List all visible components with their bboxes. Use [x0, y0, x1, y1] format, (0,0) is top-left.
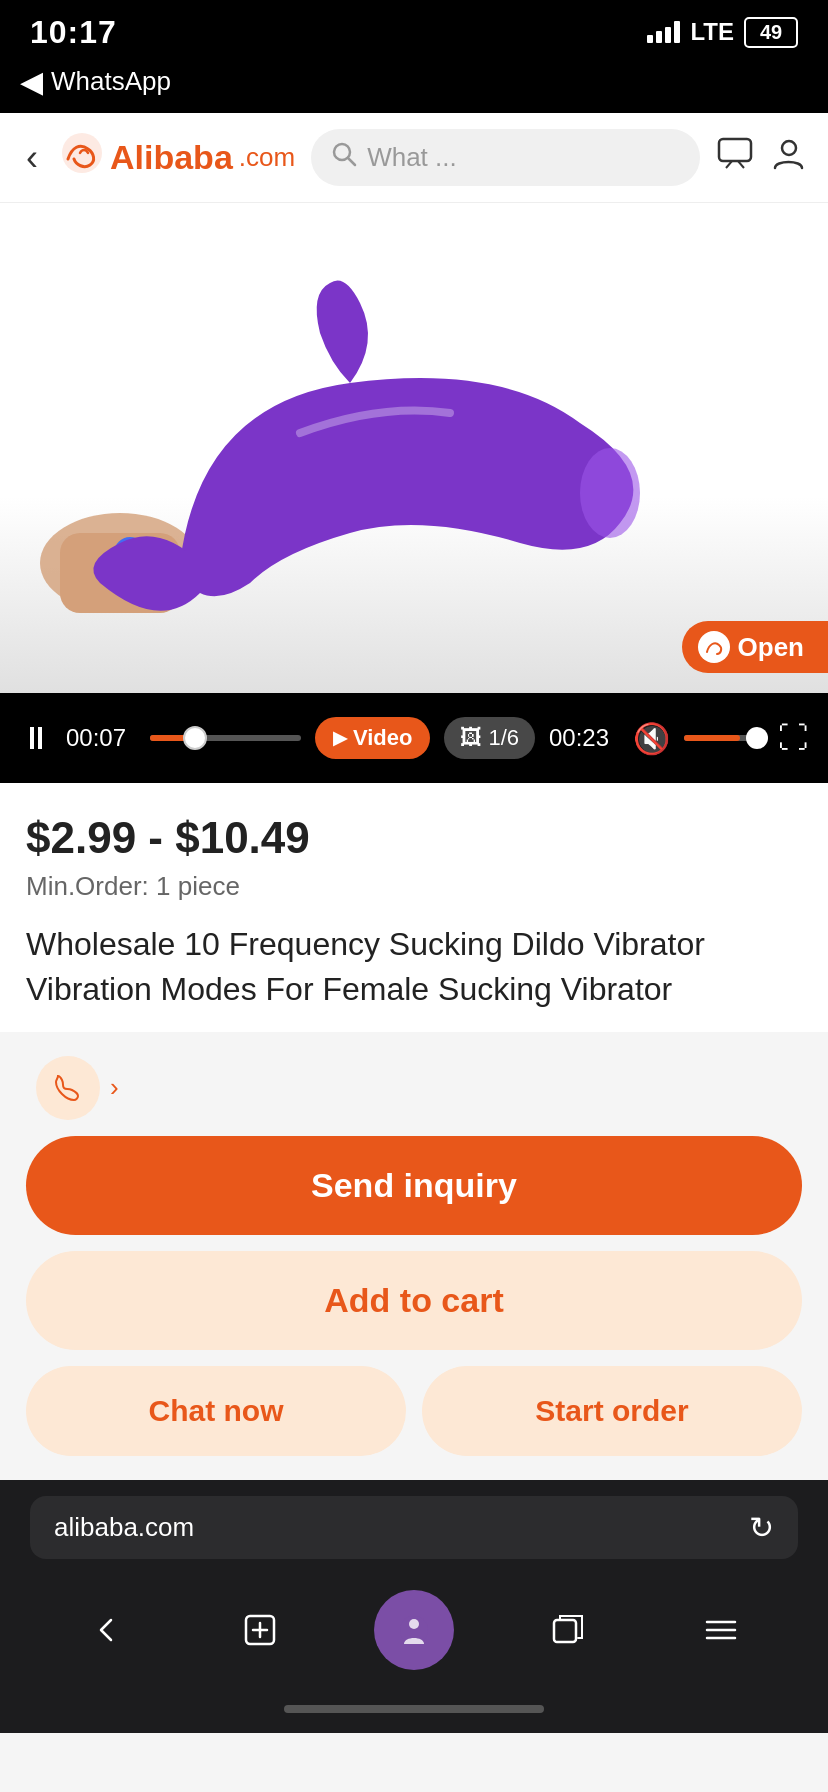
- message-icon[interactable]: [716, 134, 754, 181]
- time-current: 00:07: [66, 724, 136, 752]
- nav-back-button[interactable]: [67, 1600, 147, 1660]
- heart-icon: ♡: [762, 236, 791, 274]
- mute-button[interactable]: 🔇: [633, 721, 670, 756]
- alibaba-dotcom: .com: [239, 142, 295, 173]
- alibaba-text: Alibaba: [110, 138, 233, 177]
- video-label: Video: [353, 725, 413, 751]
- start-order-button[interactable]: Start order: [422, 1366, 802, 1456]
- wishlist-button[interactable]: ♡: [744, 223, 808, 287]
- status-bar: 10:17 LTE 49: [0, 0, 828, 60]
- reload-button[interactable]: ↻: [749, 1510, 774, 1545]
- alibaba-logo-icon: [60, 131, 104, 185]
- video-progress-bar[interactable]: [150, 735, 301, 741]
- send-inquiry-button[interactable]: Send inquiry: [26, 1136, 802, 1235]
- min-order: Min.Order: 1 piece: [26, 871, 802, 902]
- open-badge[interactable]: Open: [682, 621, 828, 673]
- share-button[interactable]: [744, 303, 808, 367]
- add-to-cart-button[interactable]: Add to cart: [26, 1251, 802, 1350]
- volume-fill: [684, 735, 740, 741]
- signal-icon: [647, 21, 680, 43]
- product-image: [0, 203, 828, 693]
- nav-home-button[interactable]: [374, 1590, 454, 1670]
- back-button[interactable]: ‹: [20, 131, 44, 185]
- image-icon: 🖼: [460, 725, 482, 751]
- video-pill[interactable]: ▶ Video: [315, 717, 431, 759]
- search-icon: [331, 141, 357, 174]
- svg-rect-10: [762, 325, 770, 333]
- nav-tabs-button[interactable]: [528, 1600, 608, 1660]
- progress-thumb: [183, 726, 207, 750]
- chat-now-button[interactable]: Chat now: [26, 1366, 406, 1456]
- video-controls: ⏸ 00:07 ▶ Video 🖼 1/6 00:23 🔇 ⛶: [0, 693, 828, 783]
- product-image-area: ♡ Open: [0, 203, 828, 693]
- whatsapp-back-arrow: ◀: [20, 64, 43, 99]
- battery-indicator: 49: [744, 17, 798, 48]
- share-icon: [760, 319, 792, 351]
- svg-rect-16: [554, 1620, 576, 1642]
- image-counter-pill[interactable]: 🖼 1/6: [444, 717, 535, 759]
- nav-new-tab-button[interactable]: [220, 1600, 300, 1660]
- lte-label: LTE: [690, 18, 734, 46]
- time-total: 00:23: [549, 724, 619, 752]
- home-indicator: [0, 1695, 828, 1733]
- pause-button[interactable]: ⏸: [20, 720, 52, 757]
- account-icon[interactable]: [770, 134, 808, 181]
- bottom-row-buttons: Chat now Start order: [26, 1366, 802, 1456]
- action-area: › Send inquiry Add to cart Chat now Star…: [0, 1032, 828, 1480]
- svg-point-9: [580, 448, 640, 538]
- phone-contact-row[interactable]: ›: [26, 1056, 802, 1120]
- browser-url-box[interactable]: alibaba.com ↻: [30, 1496, 798, 1559]
- video-play-icon: ▶: [333, 727, 347, 749]
- whatsapp-back-bar[interactable]: ◀ WhatsApp: [0, 60, 828, 113]
- volume-bar[interactable]: [684, 735, 764, 741]
- alibaba-logo[interactable]: Alibaba .com: [60, 131, 295, 185]
- price-range: $2.99 - $10.49: [26, 813, 802, 863]
- nav-menu-button[interactable]: [681, 1600, 761, 1660]
- svg-point-15: [409, 1619, 419, 1629]
- svg-rect-3: [719, 139, 751, 161]
- bottom-navigation: [0, 1575, 828, 1695]
- status-right: LTE 49: [647, 17, 798, 48]
- browser-bar: alibaba.com ↻: [0, 1480, 828, 1575]
- product-media: ♡ Open ⏸ 00:07 ▶: [0, 203, 828, 783]
- navigation-bar: ‹ Alibaba .com What ...: [0, 113, 828, 203]
- phone-chevron: ›: [110, 1072, 119, 1103]
- phone-icon: [36, 1056, 100, 1120]
- search-placeholder: What ...: [367, 142, 457, 173]
- svg-point-4: [782, 141, 796, 155]
- open-badge-icon: [698, 631, 730, 663]
- home-indicator-bar: [284, 1705, 544, 1713]
- status-time: 10:17: [30, 14, 117, 51]
- product-info: $2.99 - $10.49 Min.Order: 1 piece Wholes…: [0, 783, 828, 1032]
- product-title: Wholesale 10 Frequency Sucking Dildo Vib…: [26, 922, 802, 1012]
- whatsapp-label: WhatsApp: [51, 66, 171, 97]
- fullscreen-button[interactable]: ⛶: [778, 721, 808, 755]
- open-label: Open: [738, 632, 804, 663]
- volume-thumb: [746, 727, 768, 749]
- svg-line-2: [348, 158, 355, 165]
- search-box[interactable]: What ...: [311, 129, 700, 186]
- image-counter: 1/6: [488, 725, 519, 751]
- browser-url: alibaba.com: [54, 1512, 194, 1543]
